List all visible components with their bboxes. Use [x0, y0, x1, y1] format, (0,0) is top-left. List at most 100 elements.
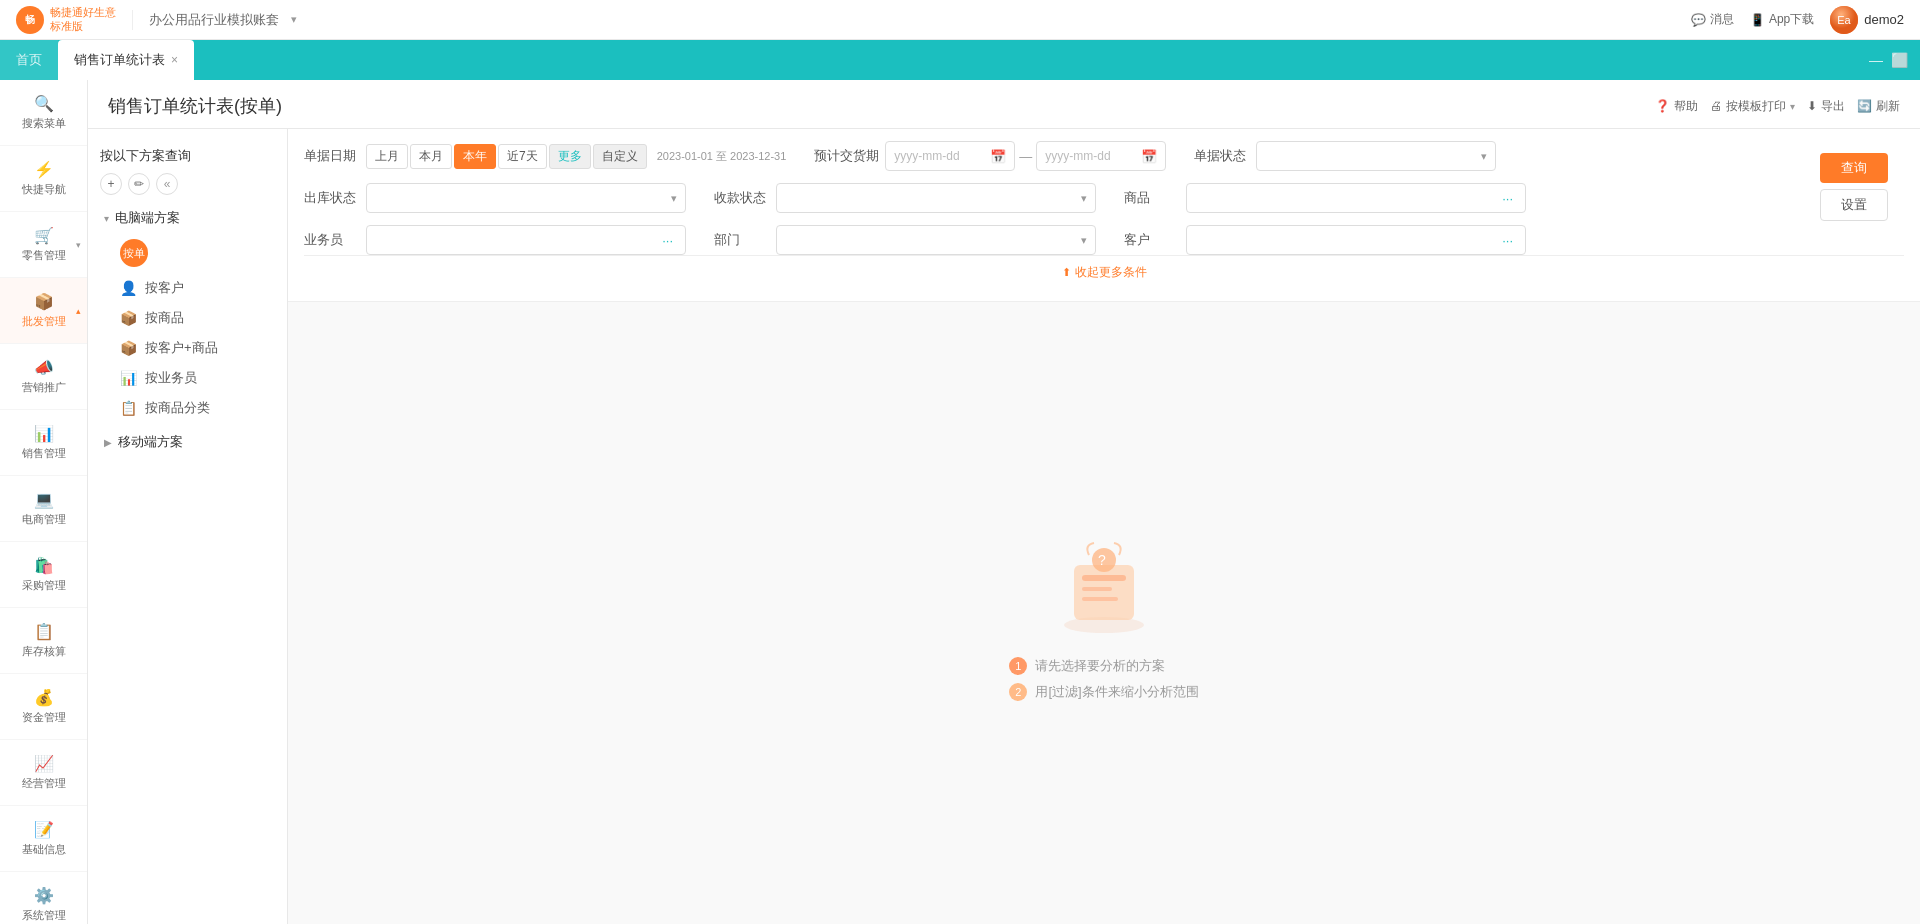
collapse-bar[interactable]: ⬆ 收起更多条件 — [304, 255, 1904, 289]
doc-status-select[interactable]: ▾ — [1256, 141, 1496, 171]
payment-status-select[interactable]: ▾ — [776, 183, 1096, 213]
scheme-item-by-order[interactable]: 按单 — [96, 233, 279, 273]
message-icon: 💬 — [1691, 13, 1706, 27]
tab-sales-order-stat[interactable]: 销售订单统计表 × — [58, 40, 194, 80]
top-bar-left: 畅 畅捷通好生意 标准版 办公用品行业模拟账套 ▾ — [16, 6, 297, 34]
sidebar-item-purchase[interactable]: 🛍️ 采购管理 — [0, 542, 87, 608]
search-icon: 🔍 — [34, 94, 54, 113]
sidebar-item-ecommerce[interactable]: 💻 电商管理 — [0, 476, 87, 542]
basics-icon: 📝 — [34, 820, 54, 839]
sidebar-item-retail[interactable]: 🛒 零售管理 ▾ — [0, 212, 87, 278]
sidebar-item-finance[interactable]: 💰 资金管理 — [0, 674, 87, 740]
scheme-item-by-category[interactable]: 📋 按商品分类 — [96, 393, 279, 423]
sidebar-item-system[interactable]: ⚙️ 系统管理 — [0, 872, 87, 924]
salesperson-select[interactable]: ··· — [366, 225, 686, 255]
export-button[interactable]: ⬇ 导出 — [1807, 98, 1845, 115]
logo-text: 畅捷通好生意 标准版 — [50, 6, 116, 32]
scheme-section-pc-header[interactable]: ▾ 电脑端方案 — [96, 203, 279, 233]
doc-status-label: 单据状态 — [1194, 147, 1250, 165]
salesperson-ellipsis-icon[interactable]: ··· — [658, 233, 677, 248]
tab-home-label: 首页 — [16, 51, 42, 69]
date-range-text: 2023-01-01 至 2023-12-31 — [657, 149, 787, 164]
date-last-month-btn[interactable]: 上月 — [366, 144, 408, 169]
product-select[interactable]: ··· — [1186, 183, 1526, 213]
query-button[interactable]: 查询 — [1820, 153, 1888, 183]
empty-state: ? 1 请先选择要分析的方案 2 用[过滤]条件来缩小分析范围 — [288, 302, 1920, 924]
empty-tips: 1 请先选择要分析的方案 2 用[过滤]条件来缩小分析范围 — [1009, 657, 1198, 701]
sidebar-item-search[interactable]: 🔍 搜索菜单 — [0, 80, 87, 146]
expected-date-end-placeholder: yyyy-mm-dd — [1045, 149, 1110, 163]
edit-scheme-button[interactable]: ✏ — [128, 173, 150, 195]
customer-select[interactable]: ··· — [1186, 225, 1526, 255]
sub-content: 按以下方案查询 + ✏ « — [88, 129, 1920, 924]
refresh-button[interactable]: 🔄 刷新 — [1857, 98, 1900, 115]
sidebar-label-basics: 基础信息 — [22, 842, 66, 857]
by-salesperson-label: 按业务员 — [145, 369, 197, 387]
user-area[interactable]: Ea demo2 — [1830, 6, 1904, 34]
message-button[interactable]: 💬 消息 — [1691, 11, 1734, 28]
date-label: 单据日期 — [304, 147, 360, 165]
customer-label: 客户 — [1124, 231, 1180, 249]
calendar-start-icon: 📅 — [990, 149, 1006, 164]
sidebar-item-operations[interactable]: 📈 经营管理 — [0, 740, 87, 806]
add-scheme-button[interactable]: + — [100, 173, 122, 195]
ship-status-select[interactable]: ▾ — [366, 183, 686, 213]
sidebar-item-quick-nav[interactable]: ⚡ 快捷导航 — [0, 146, 87, 212]
date-this-year-btn[interactable]: 本年 — [454, 144, 496, 169]
settings-button[interactable]: 设置 — [1820, 189, 1888, 221]
sidebar-item-inventory[interactable]: 📋 库存核算 — [0, 608, 87, 674]
filter-content: 单据日期 上月 本月 本年 近7天 更多 自定义 — [288, 129, 1920, 924]
date-last7-btn[interactable]: 近7天 — [498, 144, 547, 169]
collapse-label: 收起更多条件 — [1075, 264, 1147, 281]
scheme-section-pc: ▾ 电脑端方案 按单 👤 按客户 — [96, 203, 279, 423]
expected-date-start-input[interactable]: yyyy-mm-dd 📅 — [885, 141, 1015, 171]
sidebar-label-purchase: 采购管理 — [22, 578, 66, 593]
customer-form-item: 客户 ··· — [1124, 225, 1526, 255]
help-icon: ❓ — [1655, 99, 1670, 113]
by-product-icon: 📦 — [120, 310, 137, 326]
date-this-month-btn[interactable]: 本月 — [410, 144, 452, 169]
marketing-icon: 📣 — [34, 358, 54, 377]
print-button[interactable]: 🖨 按模板打印 ▾ — [1710, 98, 1795, 115]
tab-close-icon[interactable]: × — [171, 53, 178, 67]
help-label: 帮助 — [1674, 98, 1698, 115]
date-more-btn[interactable]: 更多 — [549, 144, 591, 169]
department-select[interactable]: ▾ — [776, 225, 1096, 255]
expected-date-end-input[interactable]: yyyy-mm-dd 📅 — [1036, 141, 1166, 171]
salesperson-label: 业务员 — [304, 231, 360, 249]
help-button[interactable]: ❓ 帮助 — [1655, 98, 1698, 115]
date-custom-btn[interactable]: 自定义 — [593, 144, 647, 169]
export-label: 导出 — [1821, 98, 1845, 115]
svg-rect-5 — [1082, 587, 1112, 591]
print-label: 按模板打印 — [1726, 98, 1786, 115]
sidebar-item-sales[interactable]: 📊 销售管理 — [0, 410, 87, 476]
scheme-item-by-product[interactable]: 📦 按商品 — [96, 303, 279, 333]
doc-status-arrow-icon: ▾ — [1481, 150, 1487, 163]
tab-home[interactable]: 首页 — [0, 40, 58, 80]
tab-minimize-btn[interactable]: — — [1869, 52, 1883, 68]
customer-ellipsis-icon[interactable]: ··· — [1498, 233, 1517, 248]
top-bar-right: 💬 消息 📱 App下载 Ea demo2 — [1691, 6, 1904, 34]
dropdown-arrow-icon[interactable]: ▾ — [291, 13, 297, 26]
scheme-item-by-customer[interactable]: 👤 按客户 — [96, 273, 279, 303]
date-form-item: 单据日期 上月 本月 本年 近7天 更多 自定义 — [304, 144, 786, 169]
by-category-icon: 📋 — [120, 400, 137, 416]
scheme-item-by-customer-product[interactable]: 📦 按客户+商品 — [96, 333, 279, 363]
sidebar-item-basics[interactable]: 📝 基础信息 — [0, 806, 87, 872]
action-buttons: 查询 设置 — [1804, 141, 1904, 233]
sidebar-item-wholesale[interactable]: 📦 批发管理 ▴ — [0, 278, 87, 344]
svg-text:Ea: Ea — [1838, 14, 1852, 26]
sidebar-item-marketing[interactable]: 📣 营销推广 — [0, 344, 87, 410]
product-ellipsis-icon[interactable]: ··· — [1498, 191, 1517, 206]
app-download-button[interactable]: 📱 App下载 — [1750, 11, 1814, 28]
scheme-section-mobile-header[interactable]: ▶ 移动端方案 — [96, 427, 279, 457]
sidebar-label-ecommerce: 电商管理 — [22, 512, 66, 527]
page-actions: ❓ 帮助 🖨 按模板打印 ▾ ⬇ 导出 🔄 刷新 — [1655, 98, 1900, 115]
sidebar-label-operations: 经营管理 — [22, 776, 66, 791]
sidebar-label-quick-nav: 快捷导航 — [22, 182, 66, 197]
scheme-item-by-salesperson[interactable]: 📊 按业务员 — [96, 363, 279, 393]
operations-icon: 📈 — [34, 754, 54, 773]
ship-status-label: 出库状态 — [304, 189, 360, 207]
collapse-left-button[interactable]: « — [156, 173, 178, 195]
tab-maximize-btn[interactable]: ⬜ — [1891, 52, 1908, 68]
